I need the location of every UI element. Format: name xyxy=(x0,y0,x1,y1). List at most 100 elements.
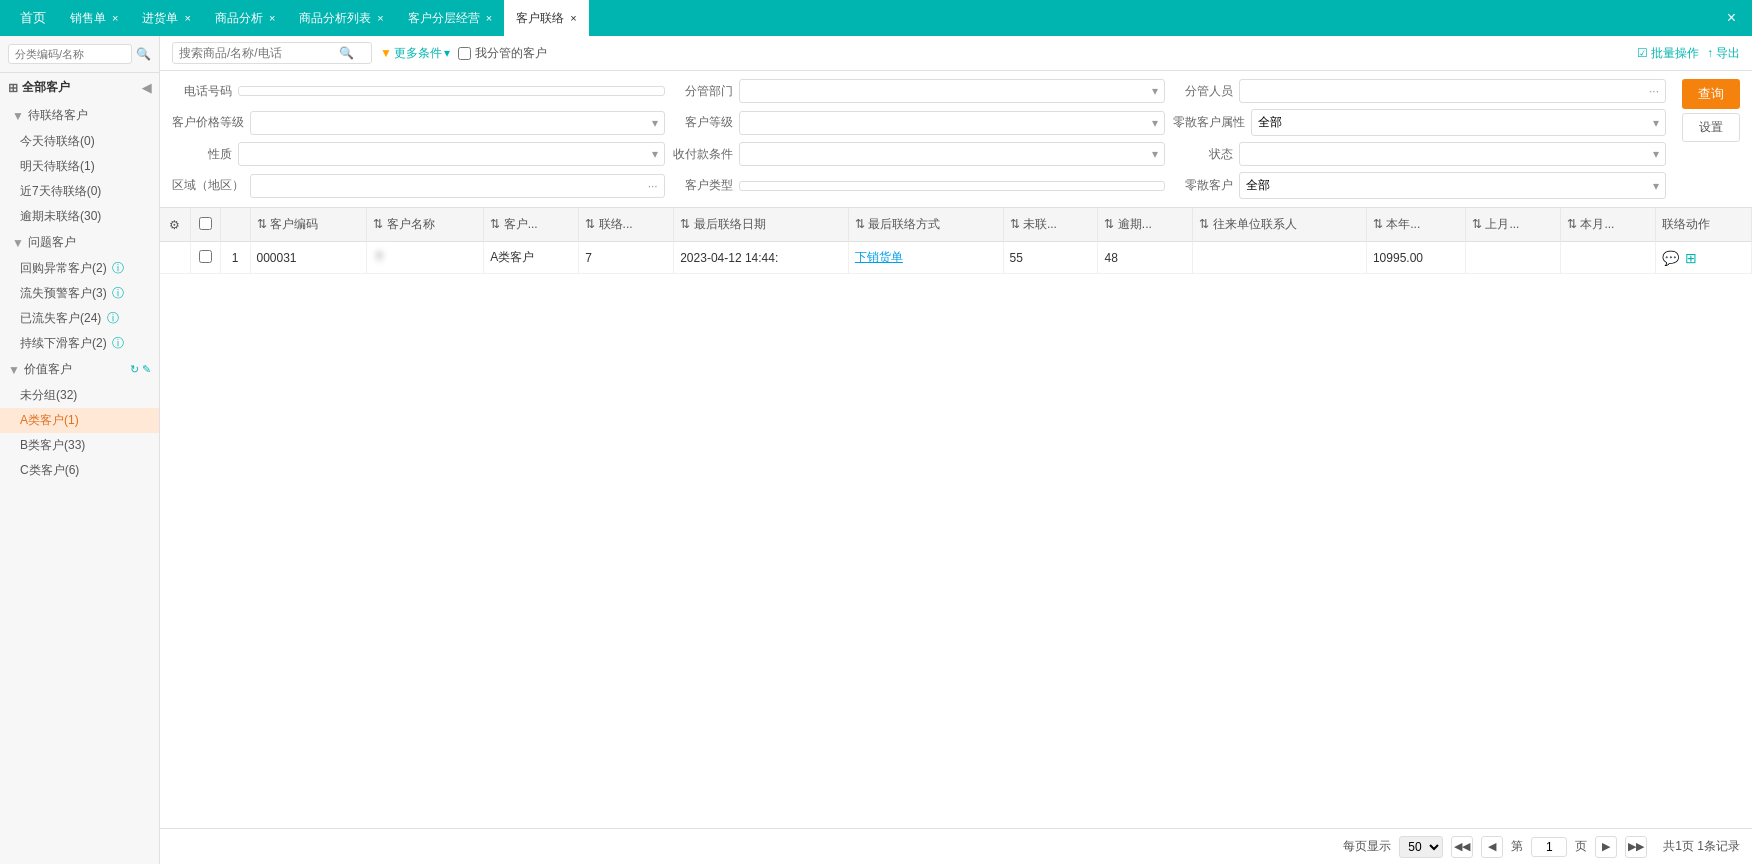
filter-toolbar: 🔍 ▼ 更多条件 ▾ 我分管的客户 ☑ 批量操作 ↑ 导出 xyxy=(160,36,1752,71)
price-level-select[interactable]: ▾ xyxy=(250,111,665,135)
close-tab-sales[interactable]: × xyxy=(112,12,118,24)
th-no-contact[interactable]: ⇅ 未联... xyxy=(1003,208,1098,242)
per-page-select[interactable]: 50 xyxy=(1399,836,1443,858)
th-contact[interactable]: ⇅ 联络... xyxy=(579,208,674,242)
nav-tab-customer-segment[interactable]: 客户分层经营 × xyxy=(396,0,504,36)
scattered-select[interactable]: 全部 ▾ xyxy=(1251,109,1666,136)
close-tab-customer-contact[interactable]: × xyxy=(570,12,576,24)
td-last-month xyxy=(1466,242,1561,274)
sidebar-group-problem[interactable]: ▼ 问题客户 xyxy=(0,229,159,256)
arrow-down-icon: ▼ xyxy=(12,109,24,123)
batch-op-btn[interactable]: ☑ 批量操作 xyxy=(1637,45,1699,62)
scattered-2-select[interactable]: 全部 ▾ xyxy=(1239,172,1666,199)
payment-select[interactable]: ▾ xyxy=(739,142,1166,166)
th-last-month[interactable]: ⇅ 上月... xyxy=(1466,208,1561,242)
phone-label: 电话号码 xyxy=(172,83,232,100)
th-last-date[interactable]: ⇅ 最后联络日期 xyxy=(674,208,849,242)
td-code: 000031 xyxy=(250,242,367,274)
value-group-icons[interactable]: ↻ ✎ xyxy=(130,363,151,376)
my-customers-checkbox[interactable] xyxy=(458,47,471,60)
pagination: 每页显示 50 ◀◀ ◀ 第 页 ▶ ▶▶ 共1页 1条记录 xyxy=(160,828,1752,864)
setting-button[interactable]: 设置 xyxy=(1682,113,1740,142)
close-tab-customer-segment[interactable]: × xyxy=(486,12,492,24)
td-level: A类客户 xyxy=(484,242,579,274)
sidebar-item-c-class[interactable]: C类客户(6) xyxy=(0,458,159,483)
nav-tab-analysis-list[interactable]: 商品分析列表 × xyxy=(287,0,395,36)
last-page-btn[interactable]: ▶▶ xyxy=(1625,836,1647,858)
close-tab-purchase[interactable]: × xyxy=(184,12,190,24)
close-tab-analysis-list[interactable]: × xyxy=(377,12,383,24)
action-qr-icon[interactable]: ⊞ xyxy=(1685,250,1697,266)
th-code[interactable]: ⇅ 客户编码 xyxy=(250,208,367,242)
sidebar-item-tomorrow[interactable]: 明天待联络(1) xyxy=(0,154,159,179)
sidebar-item-ungrouped[interactable]: 未分组(32) xyxy=(0,383,159,408)
sidebar-item-abnormal[interactable]: 回购异常客户(2) ⓘ xyxy=(0,256,159,281)
sidebar-search-input[interactable] xyxy=(8,44,132,64)
dept-select[interactable]: ▾ xyxy=(739,79,1166,103)
query-button[interactable]: 查询 xyxy=(1682,79,1740,109)
th-this-year[interactable]: ⇅ 本年... xyxy=(1366,208,1465,242)
next-page-btn[interactable]: ▶ xyxy=(1595,836,1617,858)
th-gear[interactable]: ⚙ xyxy=(160,208,190,242)
last-method-link[interactable]: 下销货单 xyxy=(855,250,903,264)
sidebar-item-today[interactable]: 今天待联络(0) xyxy=(0,129,159,154)
sidebar-item-b-class[interactable]: B类客户(33) xyxy=(0,433,159,458)
sidebar-search-icon[interactable]: 🔍 xyxy=(136,47,151,61)
nav-tab-analysis[interactable]: 商品分析 × xyxy=(203,0,287,36)
grid-icon: ⊞ xyxy=(8,81,18,95)
td-contact: 7 xyxy=(579,242,674,274)
filter-search-box[interactable]: 🔍 xyxy=(172,42,372,64)
my-customers-filter[interactable]: 我分管的客户 xyxy=(458,45,547,62)
person-label: 分管人员 xyxy=(1173,83,1233,100)
region-input[interactable]: ··· xyxy=(250,174,665,198)
first-page-btn[interactable]: ◀◀ xyxy=(1451,836,1473,858)
sidebar-all-customers[interactable]: ⊞ 全部客户 ◀ xyxy=(0,73,159,102)
sidebar-group-value[interactable]: ▼ 价值客户 ↻ ✎ xyxy=(0,356,159,383)
toolbar-right: ☑ 批量操作 ↑ 导出 xyxy=(1637,45,1740,62)
sidebar-group-pending[interactable]: ▼ 待联络客户 xyxy=(0,102,159,129)
th-name[interactable]: ⇅ 客户名称 xyxy=(367,208,484,242)
phone-input[interactable] xyxy=(238,86,665,96)
sidebar-collapse-button[interactable]: ◀ xyxy=(142,81,151,95)
sidebar-search-container: 🔍 xyxy=(0,36,159,73)
td-num: 1 xyxy=(220,242,250,274)
th-visits[interactable]: ⇅ 往来单位联系人 xyxy=(1193,208,1367,242)
select-all-checkbox[interactable] xyxy=(199,217,212,230)
close-tab-analysis[interactable]: × xyxy=(269,12,275,24)
sidebar-item-7days[interactable]: 近7天待联络(0) xyxy=(0,179,159,204)
sidebar-item-a-class[interactable]: A类客户(1) xyxy=(0,408,159,433)
sidebar-item-overdue[interactable]: 逾期未联络(30) xyxy=(0,204,159,229)
filter-search-input[interactable] xyxy=(179,46,339,60)
sidebar-item-churn-warning[interactable]: 流失预警客户(3) ⓘ xyxy=(0,281,159,306)
sidebar-item-churned[interactable]: 已流失客户(24) ⓘ xyxy=(0,306,159,331)
page-number-input[interactable] xyxy=(1531,837,1567,857)
customer-type-input[interactable] xyxy=(739,181,1166,191)
advanced-filters: 电话号码 分管部门 ▾ 分管人员 xyxy=(160,71,1752,208)
nav-tab-customer-contact[interactable]: 客户联络 × xyxy=(504,0,588,36)
nav-home[interactable]: 首页 xyxy=(8,9,58,27)
nav-tab-purchase[interactable]: 进货单 × xyxy=(130,0,202,36)
more-filters-btn[interactable]: ▼ 更多条件 ▾ xyxy=(380,45,450,62)
prev-page-btn[interactable]: ◀ xyxy=(1481,836,1503,858)
action-message-icon[interactable]: 💬 xyxy=(1662,250,1679,266)
th-last-method[interactable]: ⇅ 最后联络方式 xyxy=(848,208,1003,242)
td-name: ？ xyxy=(367,242,484,274)
th-this-month[interactable]: ⇅ 本月... xyxy=(1561,208,1656,242)
filter-scattered: 零散客户属性 全部 ▾ xyxy=(1173,109,1666,136)
customer-level-select[interactable]: ▾ xyxy=(739,111,1166,135)
nature-select[interactable]: ▾ xyxy=(238,142,665,166)
th-level[interactable]: ⇅ 客户... xyxy=(484,208,579,242)
td-last-method[interactable]: 下销货单 xyxy=(848,242,1003,274)
nav-tab-sales[interactable]: 销售单 × xyxy=(58,0,130,36)
row-checkbox[interactable] xyxy=(199,250,212,263)
total-records: 共1页 1条记录 xyxy=(1663,838,1740,855)
window-close-button[interactable]: × xyxy=(1719,9,1744,27)
sidebar-item-declining[interactable]: 持续下滑客户(2) ⓘ xyxy=(0,331,159,356)
status-select[interactable]: ▾ xyxy=(1239,142,1666,166)
td-gear xyxy=(160,242,190,274)
export-btn[interactable]: ↑ 导出 xyxy=(1707,45,1740,62)
td-checkbox[interactable] xyxy=(190,242,220,274)
filter-search-icon[interactable]: 🔍 xyxy=(339,46,354,60)
person-input[interactable]: ··· xyxy=(1239,79,1666,103)
th-overdue[interactable]: ⇅ 逾期... xyxy=(1098,208,1193,242)
